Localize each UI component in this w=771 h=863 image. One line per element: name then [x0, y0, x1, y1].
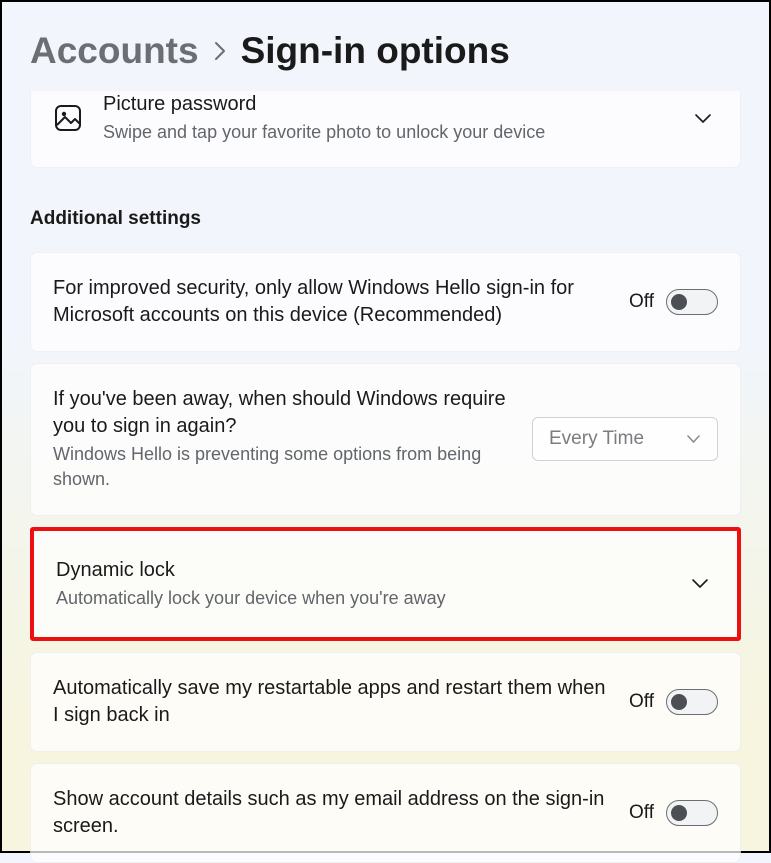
picture-icon	[53, 104, 83, 132]
account-details-title: Show account details such as my email ad…	[53, 786, 609, 840]
picture-password-sub: Swipe and tap your favorite photo to unl…	[103, 120, 668, 145]
hello-only-state-label: Off	[629, 291, 654, 313]
hello-only-title: For improved security, only allow Window…	[53, 275, 609, 329]
chevron-down-icon	[686, 434, 701, 444]
dynamic-lock-sub: Automatically lock your device when you'…	[56, 586, 665, 611]
chevron-down-icon	[688, 113, 718, 124]
dynamic-lock-highlight: Dynamic lock Automatically lock your dev…	[30, 527, 741, 641]
chevron-down-icon	[685, 578, 715, 589]
require-signin-title: If you've been away, when should Windows…	[53, 386, 512, 440]
picture-password-row[interactable]: Picture password Swipe and tap your favo…	[30, 91, 741, 168]
hello-only-toggle[interactable]	[666, 289, 718, 315]
picture-password-title: Picture password	[103, 91, 668, 118]
section-heading-additional: Additional settings	[30, 208, 741, 230]
dynamic-lock-title: Dynamic lock	[56, 557, 665, 584]
require-signin-sub: Windows Hello is preventing some options…	[53, 442, 512, 492]
account-details-toggle[interactable]	[666, 800, 718, 826]
breadcrumb-parent[interactable]: Accounts	[30, 32, 199, 69]
restart-apps-toggle[interactable]	[666, 689, 718, 715]
breadcrumb-current: Sign-in options	[241, 32, 510, 69]
restart-apps-title: Automatically save my restartable apps a…	[53, 675, 609, 729]
hello-only-row: For improved security, only allow Window…	[30, 252, 741, 352]
account-details-row: Show account details such as my email ad…	[30, 763, 741, 863]
require-signin-selected: Every Time	[549, 428, 644, 450]
account-details-state-label: Off	[629, 802, 654, 824]
require-signin-row: If you've been away, when should Windows…	[30, 363, 741, 515]
require-signin-select[interactable]: Every Time	[532, 417, 718, 461]
restart-apps-row: Automatically save my restartable apps a…	[30, 652, 741, 752]
dynamic-lock-row[interactable]: Dynamic lock Automatically lock your dev…	[34, 531, 737, 637]
breadcrumb: Accounts Sign-in options	[30, 32, 741, 69]
chevron-right-icon	[213, 40, 227, 67]
restart-apps-state-label: Off	[629, 691, 654, 713]
